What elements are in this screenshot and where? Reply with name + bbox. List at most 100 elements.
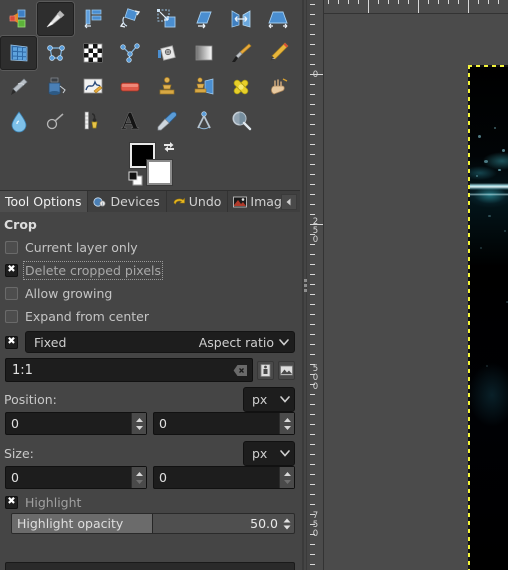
tool-flip[interactable] — [222, 2, 259, 36]
option-allow-growing[interactable]: Allow growing — [0, 282, 300, 305]
reset-colors-icon[interactable] — [128, 171, 143, 186]
ink-bottle-icon — [48, 77, 66, 95]
tool-gradient[interactable] — [185, 36, 222, 70]
delete-cropped-pixels-checkbox[interactable] — [5, 263, 18, 277]
position-y-input[interactable]: 0 — [153, 412, 295, 435]
ruler-vertical[interactable]: 0250500750 — [310, 0, 324, 570]
tool-heal[interactable] — [222, 70, 259, 104]
dock-splitter[interactable] — [300, 0, 310, 570]
particle — [486, 365, 488, 367]
position-x-input[interactable]: 0 — [5, 412, 147, 435]
size-height-steppers[interactable] — [279, 467, 294, 488]
tool-text[interactable]: A — [111, 104, 148, 138]
stepper-up-icon[interactable] — [135, 471, 144, 477]
tab-undo-label: Undo — [188, 194, 222, 209]
tool-airbrush[interactable] — [0, 70, 37, 104]
current-layer-only-checkbox[interactable] — [5, 241, 18, 254]
ruler-tick — [310, 504, 315, 505]
option-delete-cropped-pixels[interactable]: Delete cropped pixels — [0, 259, 300, 282]
light-streak — [468, 183, 508, 190]
allow-growing-checkbox[interactable] — [5, 287, 18, 300]
position-spin-row: 0 0 — [0, 412, 300, 438]
tool-paintbrush[interactable] — [222, 36, 259, 70]
tool-measure[interactable] — [185, 104, 222, 138]
tool-rotate[interactable] — [111, 2, 148, 36]
image-canvas[interactable] — [468, 65, 508, 570]
ruler-tick — [310, 474, 315, 475]
tool-blur-sharpen[interactable] — [0, 104, 37, 138]
position-unit-dropdown[interactable]: px — [243, 386, 295, 412]
tool-ink-pointer[interactable] — [37, 2, 74, 36]
chevron-down-icon — [280, 450, 290, 457]
stepper-up-icon[interactable] — [283, 471, 292, 477]
flip-icon — [231, 10, 250, 28]
stepper-down-icon[interactable] — [135, 479, 144, 485]
splitter-grip[interactable] — [303, 278, 307, 292]
expand-from-center-checkbox[interactable] — [5, 310, 18, 323]
clear-entry-icon[interactable] — [233, 364, 248, 377]
stepper-down-icon[interactable] — [283, 479, 292, 485]
stepper-up-icon[interactable] — [283, 417, 292, 423]
tool-checker[interactable] — [74, 36, 111, 70]
landscape-orientation-button[interactable] — [278, 360, 295, 380]
ruler-horizontal[interactable] — [310, 0, 508, 14]
tool-smudge[interactable] — [259, 70, 296, 104]
tool-perspective-clone[interactable] — [185, 70, 222, 104]
tab-undo[interactable]: Undo — [166, 191, 229, 212]
tool-options-panel: Crop Current layer only Delete cropped p… — [0, 212, 300, 570]
crop-grid-icon — [10, 44, 27, 62]
ruler-tick — [310, 344, 315, 345]
stepper-down-icon[interactable] — [283, 425, 292, 431]
ruler-tick — [310, 194, 315, 195]
stepper-up-icon[interactable] — [283, 518, 291, 523]
tool-pencil[interactable] — [259, 36, 296, 70]
ruler-tick — [468, 0, 469, 13]
stepper-down-icon[interactable] — [283, 525, 291, 530]
tool-color-picker[interactable] — [148, 104, 185, 138]
airbrush-icon — [10, 78, 28, 95]
position-x-steppers[interactable] — [131, 413, 146, 434]
fixed-mode-dropdown[interactable]: Fixed Aspect ratio — [25, 331, 295, 353]
tab-devices[interactable]: i Devices — [88, 191, 167, 212]
tool-align[interactable] — [74, 2, 111, 36]
highlight-checkbox[interactable] — [5, 495, 18, 509]
aspect-ratio-input[interactable]: 1:1 — [5, 358, 253, 382]
tool-warp-transform[interactable] — [111, 36, 148, 70]
tool-crop[interactable] — [0, 36, 37, 70]
size-unit-dropdown[interactable]: px — [243, 440, 295, 466]
tool-zoom[interactable] — [222, 104, 259, 138]
highlight-opacity-steppers[interactable] — [281, 515, 292, 533]
fixed-checkbox[interactable] — [5, 335, 18, 349]
option-current-layer-only[interactable]: Current layer only — [0, 236, 300, 259]
option-highlight-row[interactable]: Highlight — [0, 492, 300, 512]
size-width-steppers[interactable] — [131, 467, 146, 488]
size-height-input[interactable]: 0 — [153, 466, 295, 489]
stepper-up-icon[interactable] — [135, 417, 144, 423]
tool-unified-transform[interactable] — [148, 36, 185, 70]
tool-eraser[interactable] — [111, 70, 148, 104]
tool-shear[interactable] — [185, 2, 222, 36]
tool-color-balance[interactable] — [0, 2, 37, 36]
highlight-opacity-slider[interactable]: Highlight opacity 50.0 — [11, 513, 295, 534]
paths-icon — [84, 111, 97, 130]
tool-scale[interactable] — [148, 2, 185, 36]
dock-collapse-button[interactable] — [281, 194, 297, 210]
tool-dodge-burn[interactable] — [37, 104, 74, 138]
image-viewport[interactable] — [325, 15, 508, 570]
tool-perspective[interactable] — [259, 2, 296, 36]
tool-mypaint-brush[interactable] — [74, 70, 111, 104]
swap-colors-icon[interactable] — [162, 140, 176, 154]
size-width-input[interactable]: 0 — [5, 466, 147, 489]
position-y-steppers[interactable] — [279, 413, 294, 434]
ruler-tick — [310, 544, 315, 545]
tool-ink[interactable] — [37, 70, 74, 104]
option-expand-from-center[interactable]: Expand from center — [0, 305, 300, 328]
tool-clone[interactable] — [148, 70, 185, 104]
tab-tool-options[interactable]: Tool Options — [0, 191, 89, 212]
background-color-swatch[interactable] — [147, 160, 172, 185]
portrait-orientation-button[interactable] — [257, 360, 274, 380]
stepper-down-icon[interactable] — [135, 425, 144, 431]
particle — [488, 215, 491, 217]
tool-cage-transform[interactable] — [37, 36, 74, 70]
tool-paths[interactable] — [74, 104, 111, 138]
